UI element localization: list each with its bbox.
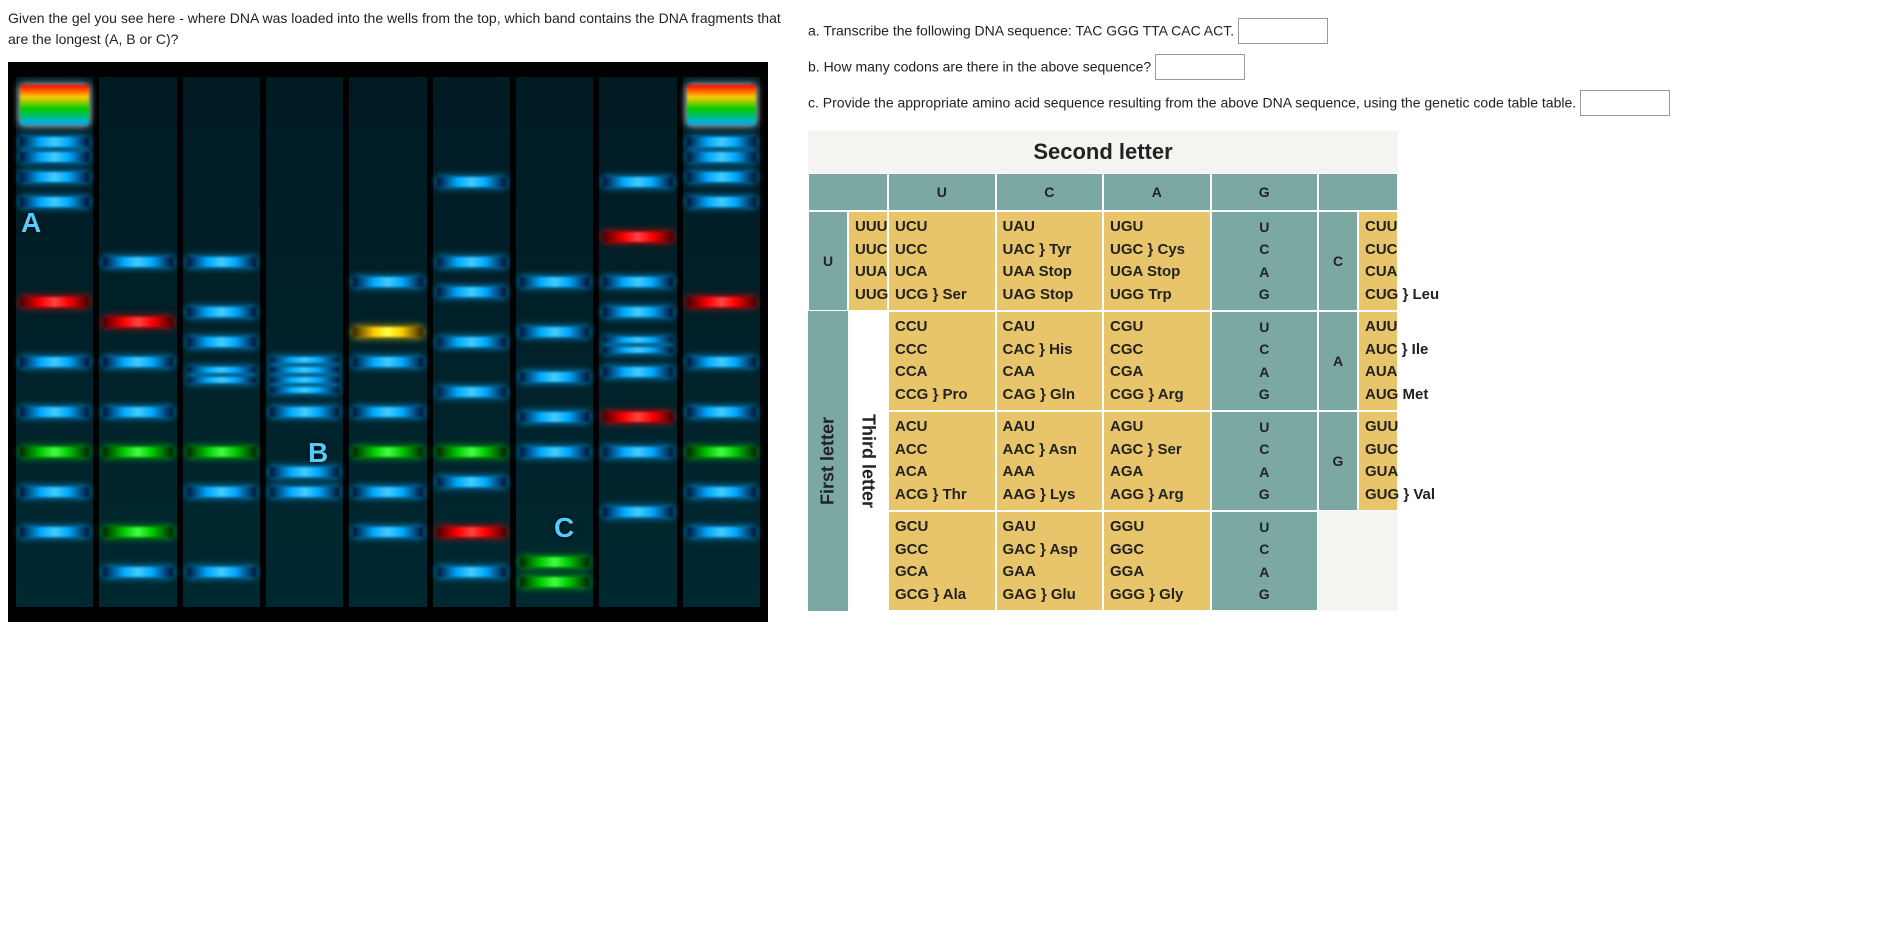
cell-ac: ACU ACC ACA ACG } Thr: [888, 411, 996, 511]
cell-ua: UAU UAC } Tyr UAA Stop UAG Stop: [996, 211, 1104, 311]
cell-ag: AGU AGC } Ser AGA AGG } Arg: [1103, 411, 1211, 511]
cell-ga: GAU GAC } Asp GAA GAG } Glu: [996, 511, 1104, 611]
cell-gu: GUU GUC GUA GUG } Val: [1358, 411, 1398, 511]
cell-cc: CCU CCC CCA CCG } Pro: [888, 311, 996, 411]
label-c: C: [554, 512, 574, 544]
col-a: A: [1103, 173, 1211, 211]
cell-cg: CGU CGC CGA CGG } Arg: [1103, 311, 1211, 411]
third-c: UCAG: [1211, 311, 1319, 411]
row-c: C: [1318, 211, 1358, 311]
third-u: UCAG: [1211, 211, 1319, 311]
first-letter-label: First letter: [808, 311, 848, 611]
cell-gg: GGU GGC GGA GGG } Gly: [1103, 511, 1211, 611]
cell-gc: GCU GCC GCA GCG } Ala: [888, 511, 996, 611]
cell-cu: CUU CUC CUA CUG } Leu: [1358, 211, 1398, 311]
cell-uu: UUU UUC } Phe UUA UUG } Leu: [848, 211, 888, 311]
label-b: B: [308, 437, 328, 469]
col-c: C: [996, 173, 1104, 211]
third-g: UCAG: [1211, 511, 1319, 611]
cell-ca: CAU CAC } His CAA CAG } Gln: [996, 311, 1104, 411]
cell-au: AUU AUC } Ile AUA AUG Met: [1358, 311, 1398, 411]
question-c: c. Provide the appropriate amino acid se…: [808, 95, 1576, 111]
third-letter-label: Third letter: [848, 311, 888, 611]
genetic-code-table: Second letter U C A G First letter U UUU…: [808, 131, 1398, 611]
col-u: U: [888, 173, 996, 211]
answer-a-input[interactable]: [1238, 18, 1328, 44]
cell-aa: AAU AAC } Asn AAA AAG } Lys: [996, 411, 1104, 511]
table-title: Second letter: [808, 131, 1398, 173]
answer-c-input[interactable]: [1580, 90, 1670, 116]
third-a: UCAG: [1211, 411, 1319, 511]
gel-question: Given the gel you see here - where DNA w…: [8, 8, 788, 50]
question-a: a. Transcribe the following DNA sequence…: [808, 23, 1234, 39]
col-g: G: [1211, 173, 1319, 211]
answer-b-input[interactable]: [1155, 54, 1245, 80]
row-u: U: [808, 211, 848, 311]
cell-uc: UCU UCC UCA UCG } Ser: [888, 211, 996, 311]
row-g: G: [1318, 411, 1358, 511]
label-a: A: [21, 207, 41, 239]
row-a: A: [1318, 311, 1358, 411]
cell-ug: UGU UGC } Cys UGA Stop UGG Trp: [1103, 211, 1211, 311]
gel-image: A: [8, 62, 768, 622]
question-b: b. How many codons are there in the abov…: [808, 59, 1151, 75]
